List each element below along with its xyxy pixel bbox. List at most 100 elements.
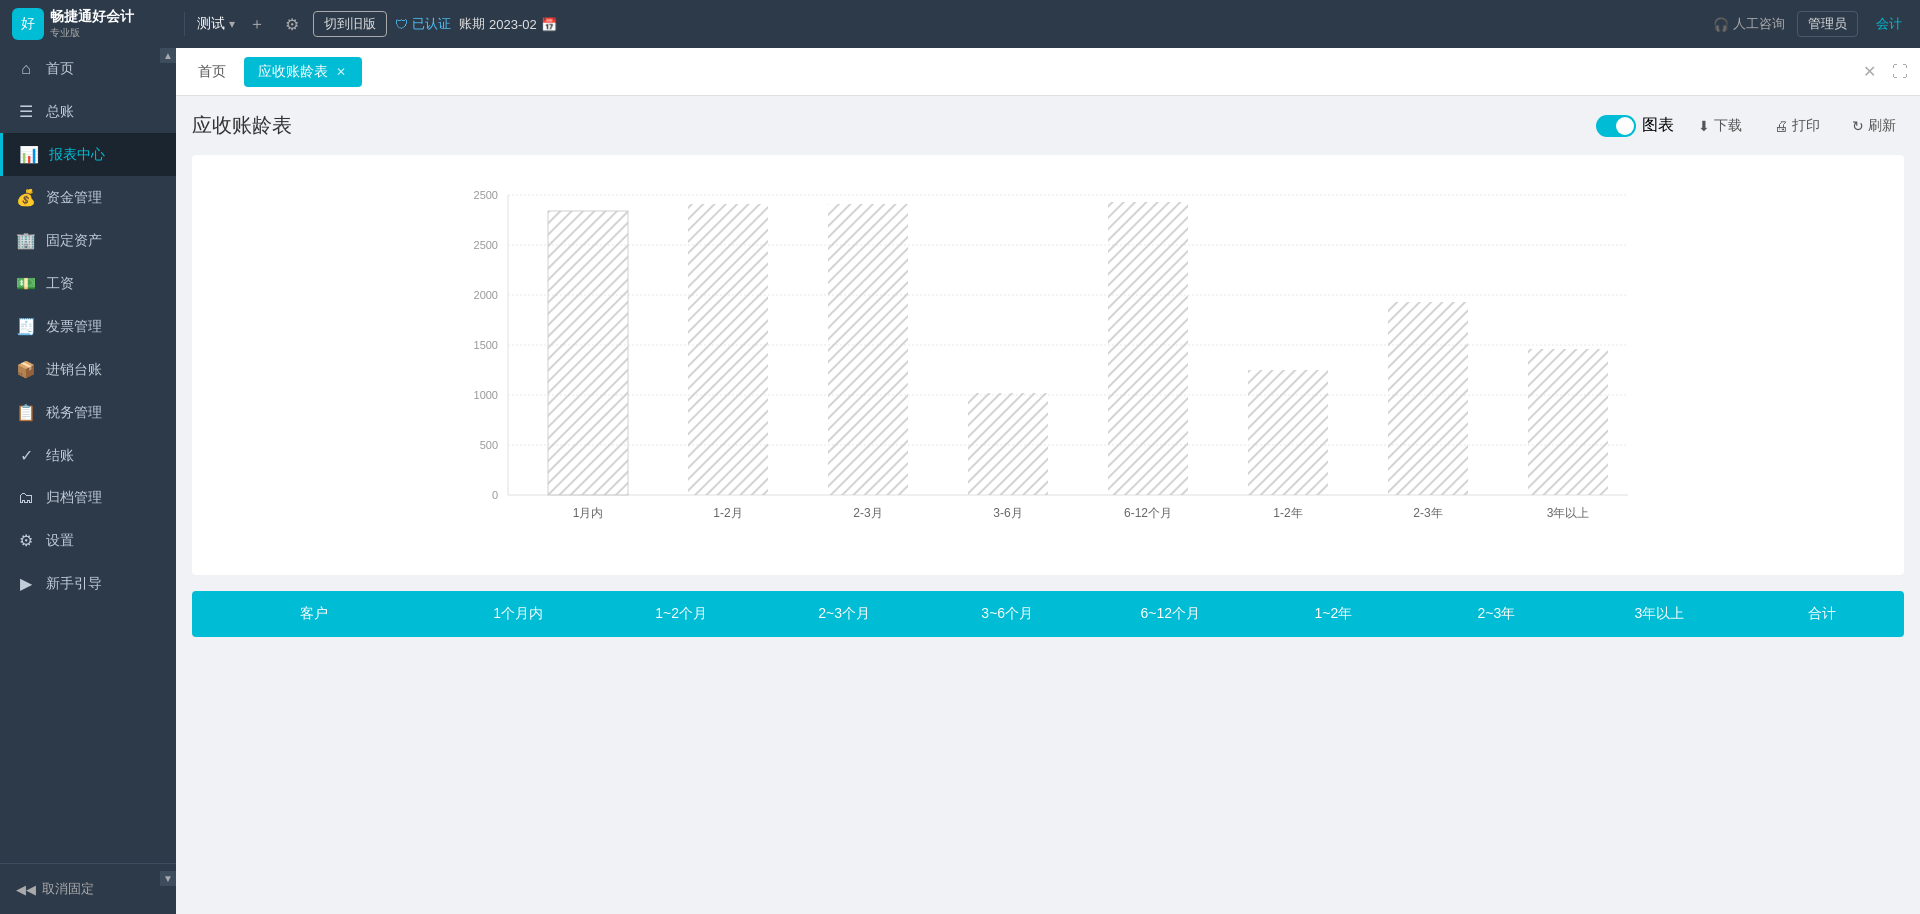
table-col-1-2y: 1~2年 (1252, 605, 1415, 623)
support-button[interactable]: 🎧 人工咨询 (1713, 15, 1785, 33)
sidebar-item-settings[interactable]: ⚙ 设置 (0, 519, 176, 562)
tab-actions: ✕ ⛶ (1859, 58, 1912, 85)
report-actions: 图表 ⬇ 下载 🖨 打印 ↻ 刷新 (1596, 113, 1904, 139)
sidebar-item-archive[interactable]: 🗂 归档管理 (0, 477, 176, 519)
tab-home[interactable]: 首页 (184, 57, 240, 87)
tab-close-page-button[interactable]: ✕ (1859, 58, 1880, 85)
print-button[interactable]: 🖨 打印 (1766, 113, 1828, 139)
settle-icon: ✓ (16, 446, 36, 465)
logo-text: 畅捷通好会计 (50, 8, 134, 26)
tab-ar-aging-label: 应收账龄表 (258, 63, 328, 81)
content-area: 首页 应收账龄表 ✕ ✕ ⛶ 应收账龄表 图表 (176, 48, 1920, 914)
table-col-2-3y: 2~3年 (1415, 605, 1578, 623)
sidebar-item-label: 发票管理 (46, 318, 102, 336)
download-label: 下载 (1714, 117, 1742, 135)
sidebar-item-label: 资金管理 (46, 189, 102, 207)
user-button[interactable]: 管理员 (1797, 11, 1858, 37)
salary-icon: 💵 (16, 274, 36, 293)
funds-icon: 💰 (16, 188, 36, 207)
sidebar-item-reports[interactable]: 📊 报表中心 (0, 133, 176, 176)
chart-container: 0 500 1000 1500 2000 2500 2500 (192, 155, 1904, 575)
svg-text:500: 500 (480, 439, 498, 451)
sidebar-item-tax[interactable]: 📋 税务管理 (0, 391, 176, 434)
invoice-icon: 🧾 (16, 317, 36, 336)
svg-rect-20 (1108, 202, 1188, 495)
sidebar-item-label: 固定资产 (46, 232, 102, 250)
svg-rect-16 (548, 211, 628, 495)
period-value: 2023-02 (489, 17, 537, 32)
sidebar-item-label: 总账 (46, 103, 74, 121)
table-col-3-6m: 3~6个月 (926, 605, 1089, 623)
archive-icon: 🗂 (16, 489, 36, 507)
bar-chart: 0 500 1000 1500 2000 2500 2500 (212, 175, 1884, 555)
download-icon: ⬇ (1698, 118, 1710, 134)
sidebar-scroll-up[interactable]: ▲ (160, 48, 176, 63)
tab-close-button[interactable]: ✕ (334, 65, 348, 79)
svg-text:0: 0 (492, 489, 498, 501)
sidebar-item-home[interactable]: ⌂ 首页 (0, 48, 176, 90)
table-col-3y-plus: 3年以上 (1578, 605, 1741, 623)
top-header: 好 畅捷通好会计 专业版 测试 ▾ ＋ ⚙ 切到旧版 🛡 已认证 账期 2023… (0, 0, 1920, 48)
table-col-2-3m: 2~3个月 (763, 605, 926, 623)
cancel-fixed-button[interactable]: ◀◀ 取消固定 (0, 872, 176, 906)
period-info: 账期 2023-02 📅 (459, 15, 557, 33)
chart-toggle[interactable] (1596, 115, 1636, 137)
company-name: 测试 (197, 15, 225, 33)
company-selector[interactable]: 测试 ▾ (197, 15, 235, 33)
shield-icon: 🛡 (395, 17, 408, 32)
refresh-label: 刷新 (1868, 117, 1896, 135)
table-header: 客户 1个月内 1~2个月 2~3个月 3~6个月 6~12个月 1~2年 2~… (192, 591, 1904, 637)
sidebar-item-salary[interactable]: 💵 工资 (0, 262, 176, 305)
tab-ar-aging[interactable]: 应收账龄表 ✕ (244, 57, 362, 87)
logo-area: 好 畅捷通好会计 专业版 (12, 8, 172, 40)
chart-inner: 0 500 1000 1500 2000 2500 2500 (212, 175, 1884, 555)
ledger-icon: ☰ (16, 102, 36, 121)
refresh-button[interactable]: ↻ 刷新 (1844, 113, 1904, 139)
sidebar-item-assets[interactable]: 🏢 固定资产 (0, 219, 176, 262)
sidebar-item-label: 设置 (46, 532, 74, 550)
settings-icon: ⚙ (16, 531, 36, 550)
svg-text:2000: 2000 (474, 289, 498, 301)
sidebar: ▲ ⌂ 首页 ☰ 总账 📊 报表中心 💰 资金管理 🏢 固定资产 💵 工资 🧾 … (0, 48, 176, 914)
table-col-6-12m: 6~12个月 (1089, 605, 1252, 623)
sidebar-item-label: 结账 (46, 447, 74, 465)
svg-text:6-12个月: 6-12个月 (1124, 506, 1172, 520)
table-col-1m: 1个月内 (437, 605, 600, 623)
tax-icon: 📋 (16, 403, 36, 422)
sidebar-item-sales[interactable]: 📦 进销台账 (0, 348, 176, 391)
tab-expand-button[interactable]: ⛶ (1888, 59, 1912, 85)
sidebar-item-label: 进销台账 (46, 361, 102, 379)
svg-rect-19 (968, 393, 1048, 495)
sidebar-item-label: 归档管理 (46, 489, 102, 507)
svg-rect-22 (1388, 302, 1468, 495)
guide-icon: ▶ (16, 574, 36, 593)
add-button[interactable]: ＋ (243, 10, 271, 39)
verified-badge: 🛡 已认证 (395, 15, 451, 33)
page-content: 应收账龄表 图表 ⬇ 下载 🖨 打印 ↻ (176, 96, 1920, 914)
sidebar-item-label: 新手引导 (46, 575, 102, 593)
print-icon: 🖨 (1774, 118, 1788, 134)
svg-text:1-2月: 1-2月 (713, 506, 742, 520)
settings-button[interactable]: ⚙ (279, 11, 305, 38)
svg-text:3年以上: 3年以上 (1547, 506, 1590, 520)
tab-bar: 首页 应收账龄表 ✕ ✕ ⛶ (176, 48, 1920, 96)
sidebar-item-settle[interactable]: ✓ 结账 (0, 434, 176, 477)
logo-icon: 好 (12, 8, 44, 40)
sidebar-scroll-down[interactable]: ▼ (160, 871, 176, 886)
calendar-icon[interactable]: 📅 (541, 17, 557, 32)
sidebar-item-label: 工资 (46, 275, 74, 293)
sidebar-item-invoice[interactable]: 🧾 发票管理 (0, 305, 176, 348)
sidebar-item-funds[interactable]: 💰 资金管理 (0, 176, 176, 219)
sidebar-item-ledger[interactable]: ☰ 总账 (0, 90, 176, 133)
headset-icon: 🎧 (1713, 17, 1729, 32)
report-header: 应收账龄表 图表 ⬇ 下载 🖨 打印 ↻ (192, 112, 1904, 139)
header-right: 🎧 人工咨询 管理员 会计 (1713, 11, 1908, 37)
sidebar-bottom: ◀◀ 取消固定 (0, 863, 176, 914)
svg-text:2-3年: 2-3年 (1413, 506, 1442, 520)
home-icon: ⌂ (16, 60, 36, 78)
report-title: 应收账龄表 (192, 112, 292, 139)
download-button[interactable]: ⬇ 下载 (1690, 113, 1750, 139)
sidebar-item-guide[interactable]: ▶ 新手引导 (0, 562, 176, 605)
switch-version-button[interactable]: 切到旧版 (313, 11, 387, 37)
role-button[interactable]: 会计 (1870, 12, 1908, 36)
